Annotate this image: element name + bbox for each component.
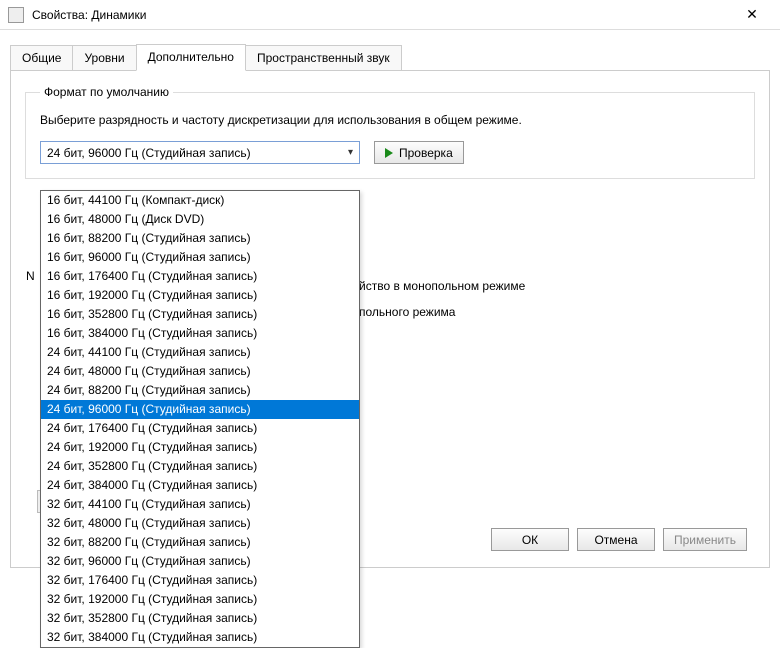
format-option[interactable]: 32 бит, 44100 Гц (Студийная запись) <box>41 495 359 514</box>
format-option[interactable]: 32 бит, 192000 Гц (Студийная запись) <box>41 590 359 609</box>
format-option[interactable]: 16 бит, 176400 Гц (Студийная запись) <box>41 267 359 286</box>
format-dropdown-list[interactable]: 16 бит, 44100 Гц (Компакт-диск)16 бит, 4… <box>40 190 360 648</box>
group-legend: Формат по умолчанию <box>40 85 173 99</box>
window-title: Свойства: Динамики <box>32 8 732 22</box>
titlebar: Свойства: Динамики ✕ <box>0 0 780 30</box>
ok-button[interactable]: ОК <box>491 528 569 551</box>
format-option[interactable]: 32 бит, 88200 Гц (Студийная запись) <box>41 533 359 552</box>
format-option[interactable]: 32 бит, 352800 Гц (Студийная запись) <box>41 609 359 628</box>
dialog-buttons: ОК Отмена Применить <box>491 528 747 551</box>
cancel-button[interactable]: Отмена <box>577 528 655 551</box>
format-option[interactable]: 24 бит, 192000 Гц (Студийная запись) <box>41 438 359 457</box>
truncated-letter: N <box>26 269 35 283</box>
format-option[interactable]: 16 бит, 96000 Гц (Студийная запись) <box>41 248 359 267</box>
tab-spatial[interactable]: Пространственный звук <box>245 45 402 71</box>
format-option[interactable]: 32 бит, 176400 Гц (Студийная запись) <box>41 571 359 590</box>
format-option[interactable]: 16 бит, 44100 Гц (Компакт-диск) <box>41 191 359 210</box>
format-option[interactable]: 16 бит, 384000 Гц (Студийная запись) <box>41 324 359 343</box>
play-icon <box>385 148 393 158</box>
close-icon: ✕ <box>746 6 758 23</box>
format-combobox[interactable]: 24 бит, 96000 Гц (Студийная запись) ▾ <box>40 141 360 164</box>
format-option[interactable]: 24 бит, 44100 Гц (Студийная запись) <box>41 343 359 362</box>
tab-advanced[interactable]: Дополнительно <box>136 44 246 71</box>
format-option[interactable]: 24 бит, 384000 Гц (Студийная запись) <box>41 476 359 495</box>
format-option[interactable]: 16 бит, 48000 Гц (Диск DVD) <box>41 210 359 229</box>
apply-button[interactable]: Применить <box>663 528 747 551</box>
format-option[interactable]: 24 бит, 48000 Гц (Студийная запись) <box>41 362 359 381</box>
chevron-down-icon: ▾ <box>348 147 353 158</box>
app-icon <box>8 7 24 23</box>
tab-general[interactable]: Общие <box>10 45 73 71</box>
format-option[interactable]: 24 бит, 352800 Гц (Студийная запись) <box>41 457 359 476</box>
exclusive-mode-text-2: польного режима <box>359 305 455 319</box>
combo-selected-text: 24 бит, 96000 Гц (Студийная запись) <box>47 146 251 160</box>
tab-strip: Общие Уровни Дополнительно Пространствен… <box>10 44 770 70</box>
group-description: Выберите разрядность и частоту дискретиз… <box>40 111 740 129</box>
exclusive-mode-text-1: йство в монопольном режиме <box>359 279 525 293</box>
format-option[interactable]: 24 бит, 88200 Гц (Студийная запись) <box>41 381 359 400</box>
close-button[interactable]: ✕ <box>732 1 772 29</box>
format-option[interactable]: 16 бит, 352800 Гц (Студийная запись) <box>41 305 359 324</box>
format-option[interactable]: 32 бит, 48000 Гц (Студийная запись) <box>41 514 359 533</box>
format-option[interactable]: 16 бит, 192000 Гц (Студийная запись) <box>41 286 359 305</box>
format-row: 24 бит, 96000 Гц (Студийная запись) ▾ Пр… <box>40 141 740 164</box>
test-button[interactable]: Проверка <box>374 141 464 164</box>
tab-levels[interactable]: Уровни <box>72 45 136 71</box>
default-format-group: Формат по умолчанию Выберите разрядность… <box>25 85 755 179</box>
format-option[interactable]: 24 бит, 176400 Гц (Студийная запись) <box>41 419 359 438</box>
format-option[interactable]: 32 бит, 384000 Гц (Студийная запись) <box>41 628 359 647</box>
format-option[interactable]: 32 бит, 96000 Гц (Студийная запись) <box>41 552 359 571</box>
format-option[interactable]: 24 бит, 96000 Гц (Студийная запись) <box>41 400 359 419</box>
test-button-label: Проверка <box>399 146 453 160</box>
format-option[interactable]: 16 бит, 88200 Гц (Студийная запись) <box>41 229 359 248</box>
